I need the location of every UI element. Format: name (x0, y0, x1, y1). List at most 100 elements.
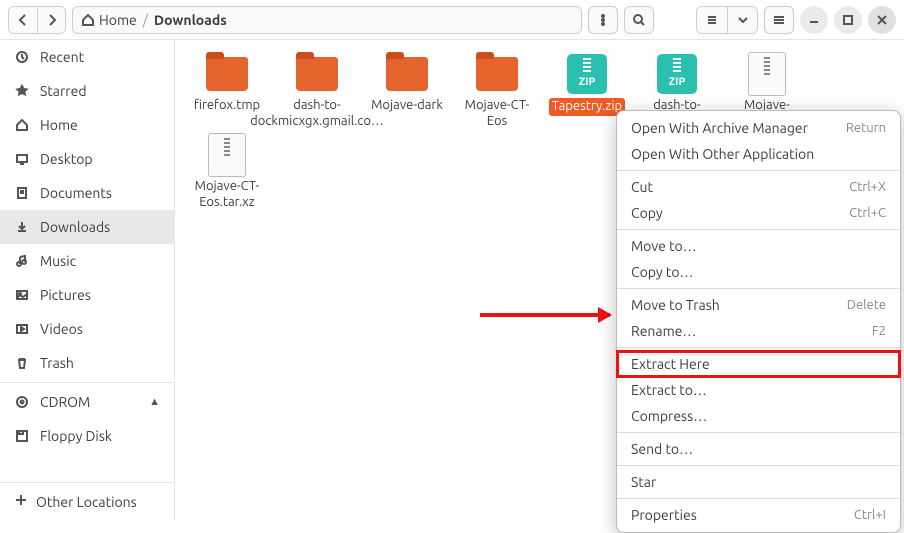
ctx-label: Move to Trash (631, 297, 720, 313)
folder-icon (296, 57, 338, 91)
sidebar-item-videos[interactable]: Videos (0, 312, 174, 346)
sidebar-device-cdrom[interactable]: CDROM ▲ (0, 385, 174, 419)
sidebar-item-label: Documents (40, 185, 112, 201)
eject-icon[interactable]: ▲ (149, 396, 160, 408)
sidebar-item-label: CDROM (40, 394, 90, 410)
ctx-label: Copy to… (631, 264, 693, 280)
path-separator: / (143, 12, 148, 28)
ctx-accel: Ctrl+X (849, 180, 886, 194)
file-item[interactable]: Mojave-CT-Eos.tar.xz (187, 135, 267, 210)
close-icon (875, 13, 889, 27)
file-label: Mojave-dark (371, 98, 443, 114)
sidebar-item-label: Recent (40, 49, 84, 65)
ctx-move-to-trash[interactable]: Move to Trash Delete (617, 292, 900, 318)
ctx-accel: F2 (872, 324, 886, 338)
zip-icon: ZIP (567, 54, 607, 94)
close-button[interactable] (868, 6, 896, 34)
ctx-move-to[interactable]: Move to… (617, 233, 900, 259)
chevron-left-icon (16, 13, 30, 27)
path-home[interactable]: Home (81, 12, 137, 28)
sidebar-item-label: Starred (40, 83, 87, 99)
sidebar-other-locations[interactable]: Other Locations (0, 482, 174, 520)
hamburger-button[interactable] (764, 6, 794, 34)
file-item[interactable]: dash-to-dockmicxgx.gmail.co… (277, 54, 357, 129)
kebab-icon (596, 13, 610, 27)
ctx-label: Move to… (631, 238, 697, 254)
path-current[interactable]: Downloads (154, 12, 227, 28)
doc-icon (14, 185, 30, 201)
file-item[interactable]: Mojave-dark (367, 54, 447, 129)
floppy-icon (14, 428, 30, 444)
sidebar-item-label: Other Locations (36, 494, 137, 510)
archive-icon (208, 133, 246, 177)
ctx-cut[interactable]: Cut Ctrl+X (617, 174, 900, 200)
sidebar-item-documents[interactable]: Documents (0, 176, 174, 210)
ctx-send-to[interactable]: Send to… (617, 436, 900, 462)
file-label: Mojave-CT-Eos.tar.xz (187, 179, 267, 210)
disc-icon (14, 394, 30, 410)
chevron-down-icon (736, 13, 750, 27)
forward-button[interactable] (37, 7, 65, 33)
ctx-copy-to[interactable]: Copy to… (617, 259, 900, 285)
search-button[interactable] (624, 6, 654, 34)
home-icon (81, 13, 95, 27)
arrow-annotation (480, 313, 610, 317)
maximize-icon (841, 13, 855, 27)
sidebar-item-label: Music (40, 253, 76, 269)
ctx-label: Rename… (631, 323, 696, 339)
file-item[interactable]: ZIPTapestry.zip (547, 54, 627, 129)
folder-icon (476, 57, 518, 91)
sidebar-device-floppy-disk[interactable]: Floppy Disk (0, 419, 174, 453)
chevron-right-icon (45, 13, 59, 27)
sidebar-item-recent[interactable]: Recent (0, 40, 174, 74)
list-icon (705, 13, 719, 27)
plus-icon (14, 493, 28, 510)
clock-icon (14, 49, 30, 65)
list-view-button[interactable] (697, 7, 727, 33)
ctx-star[interactable]: Star (617, 469, 900, 495)
sidebar-item-label: Home (40, 117, 78, 133)
file-label: dash-to-dockmicxgx.gmail.co… (250, 98, 384, 129)
sidebar-item-home[interactable]: Home (0, 108, 174, 142)
ctx-open-with-other-application[interactable]: Open With Other Application (617, 141, 900, 167)
pathbar[interactable]: Home / Downloads (72, 6, 582, 34)
minimize-button[interactable] (800, 6, 828, 34)
menu-button[interactable] (588, 6, 618, 34)
sidebar-item-label: Downloads (40, 219, 110, 235)
sidebar-item-pictures[interactable]: Pictures (0, 278, 174, 312)
file-label: Mojave-CT-Eos (457, 98, 537, 129)
star-icon (14, 83, 30, 99)
ctx-rename[interactable]: Rename… F2 (617, 318, 900, 344)
ctx-copy[interactable]: Copy Ctrl+C (617, 200, 900, 226)
sidebar-item-downloads[interactable]: Downloads (0, 210, 174, 244)
sidebar-item-trash[interactable]: Trash (0, 346, 174, 380)
sidebar-item-desktop[interactable]: Desktop (0, 142, 174, 176)
ctx-label: Send to… (631, 441, 693, 457)
ctx-extract-here[interactable]: Extract Here (617, 351, 900, 377)
ctx-label: Compress… (631, 408, 707, 424)
ctx-accel: Ctrl+C (849, 206, 886, 220)
view-group (696, 6, 758, 34)
ctx-label: Copy (631, 205, 663, 221)
view-dropdown-button[interactable] (727, 7, 757, 33)
zip-icon: ZIP (657, 54, 697, 94)
back-button[interactable] (9, 7, 37, 33)
ctx-accel: Delete (847, 298, 886, 312)
picture-icon (14, 287, 30, 303)
sidebar-item-starred[interactable]: Starred (0, 74, 174, 108)
sidebar-item-music[interactable]: Music (0, 244, 174, 278)
sidebar-item-label: Trash (40, 355, 74, 371)
ctx-label: Extract to… (631, 382, 707, 398)
desktop-icon (14, 151, 30, 167)
sidebar-item-label: Floppy Disk (40, 428, 112, 444)
ctx-properties[interactable]: PropertiesCtrl+I (617, 502, 900, 528)
download-icon (14, 219, 30, 235)
file-item[interactable]: Mojave-CT-Eos (457, 54, 537, 129)
ctx-compress[interactable]: Compress… (617, 403, 900, 429)
ctx-accel: Return (846, 121, 886, 135)
ctx-label: Cut (631, 179, 653, 195)
ctx-extract-to[interactable]: Extract to… (617, 377, 900, 403)
ctx-open-with-archive-manager[interactable]: Open With Archive ManagerReturn (617, 115, 900, 141)
ctx-label: Properties (631, 507, 697, 523)
maximize-button[interactable] (834, 6, 862, 34)
